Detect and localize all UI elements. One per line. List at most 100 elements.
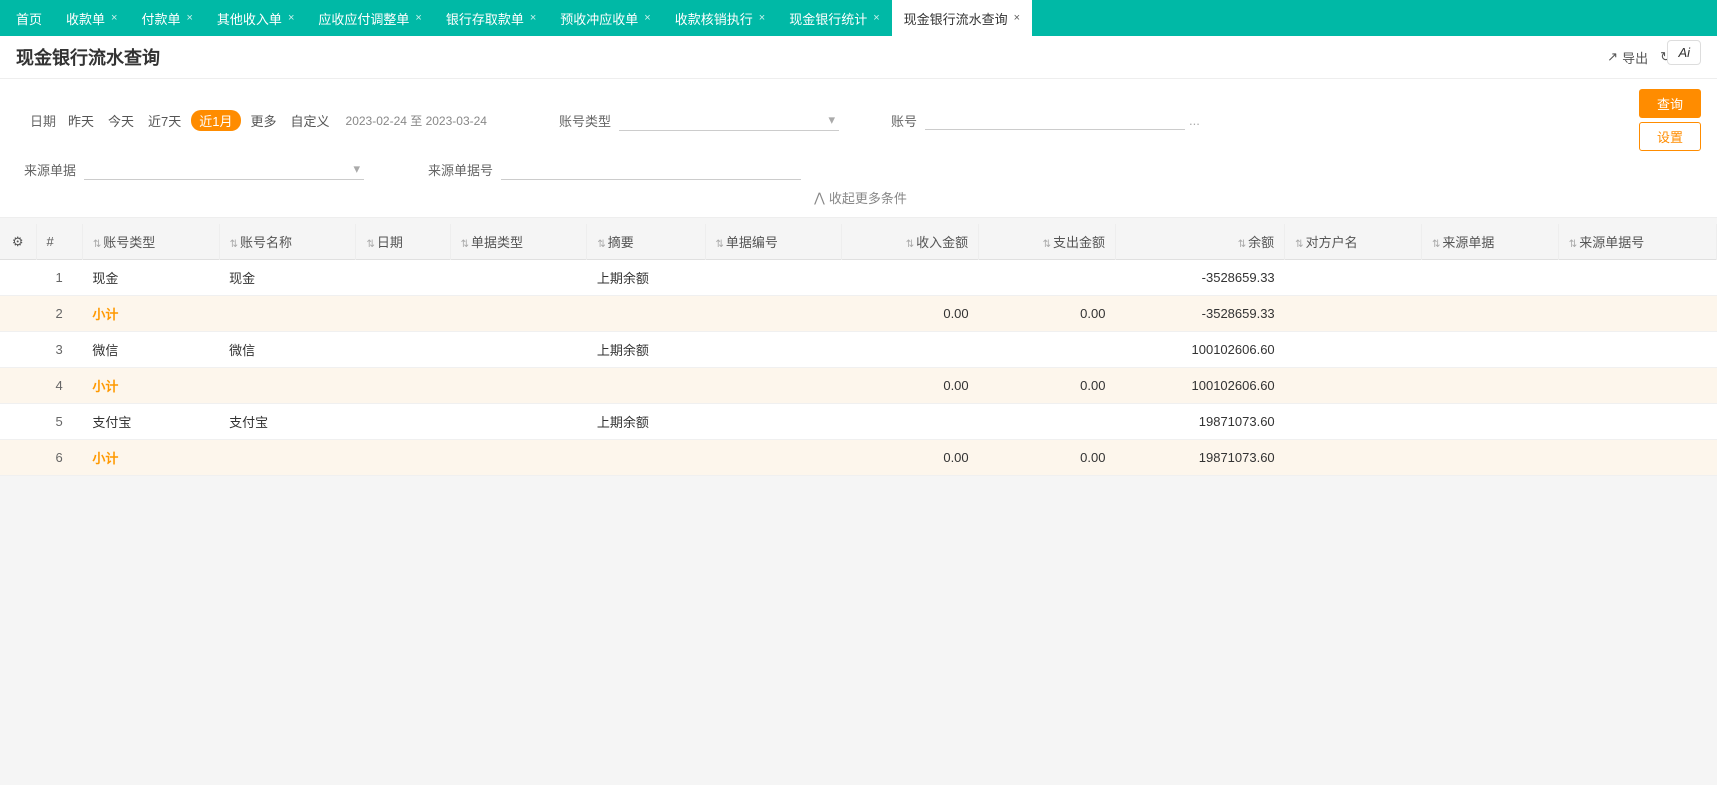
row-doc-type: [450, 332, 587, 368]
row-balance: 19871073.60: [1115, 404, 1284, 440]
close-icon[interactable]: ×: [111, 12, 117, 24]
nav-tab-receipt[interactable]: 收款单 ×: [54, 0, 129, 36]
row-account-type: 支付宝: [82, 404, 219, 440]
settings-button[interactable]: 设置: [1639, 122, 1701, 151]
nav-tab-prepay[interactable]: 预收冲应收单 ×: [548, 0, 662, 36]
date-filter-group: 日期 昨天 今天 近7天 近1月 更多 自定义 2023-02-24 至 202…: [16, 110, 487, 131]
col-source-doc[interactable]: ⇅来源单据: [1421, 224, 1558, 260]
col-expense[interactable]: ⇅支出金额: [979, 224, 1116, 260]
row-settings-cell: [0, 404, 36, 440]
row-source-doc-no: [1558, 404, 1716, 440]
nav-tab-label: 现金银行流水查询: [904, 9, 1008, 28]
date-btn-1month[interactable]: 近1月: [191, 110, 240, 131]
close-icon[interactable]: ×: [1014, 12, 1020, 24]
col-account-type[interactable]: ⇅账号类型: [82, 224, 219, 260]
close-icon[interactable]: ×: [288, 12, 294, 24]
row-account-type: 小计: [82, 368, 219, 404]
nav-tab-home[interactable]: 首页: [4, 0, 54, 36]
row-num: 6: [36, 440, 82, 476]
row-expense: [979, 404, 1116, 440]
row-settings-cell: [0, 440, 36, 476]
row-counterpart: [1285, 368, 1422, 404]
row-income: [842, 404, 979, 440]
col-summary[interactable]: ⇅摘要: [587, 224, 705, 260]
date-btn-custom[interactable]: 自定义: [287, 110, 334, 131]
col-doc-no[interactable]: ⇅单据编号: [705, 224, 842, 260]
row-doc-no: [705, 332, 842, 368]
nav-tab-ar-ap-adjust[interactable]: 应收应付调整单 ×: [306, 0, 433, 36]
row-source-doc: [1421, 260, 1558, 296]
nav-tab-other-income[interactable]: 其他收入单 ×: [205, 0, 306, 36]
date-btn-yesterday[interactable]: 昨天: [64, 110, 98, 131]
close-icon[interactable]: ×: [415, 12, 421, 24]
query-button[interactable]: 查询: [1639, 89, 1701, 118]
date-btn-today[interactable]: 今天: [104, 110, 138, 131]
row-doc-no: [705, 440, 842, 476]
ai-badge[interactable]: Ai: [1667, 40, 1701, 65]
row-income: 0.00: [842, 296, 979, 332]
col-income[interactable]: ⇅收入金额: [842, 224, 979, 260]
export-label: 导出: [1622, 48, 1648, 67]
nav-tab-payment[interactable]: 付款单 ×: [129, 0, 204, 36]
date-btn-more[interactable]: 更多: [247, 110, 281, 131]
nav-tab-bank-stats[interactable]: 现金银行统计 ×: [777, 0, 891, 36]
nav-tab-bank-flow[interactable]: 现金银行流水查询 ×: [892, 0, 1032, 36]
row-income: 0.00: [842, 440, 979, 476]
account-dots-btn[interactable]: ...: [1189, 113, 1200, 128]
collapse-bar[interactable]: ⋀ 收起更多条件: [16, 188, 1701, 207]
col-counterpart[interactable]: ⇅对方户名: [1285, 224, 1422, 260]
row-balance: -3528659.33: [1115, 296, 1284, 332]
nav-tab-label: 其他收入单: [217, 9, 282, 28]
page-title: 现金银行流水查询: [16, 44, 160, 70]
col-row-num: #: [36, 224, 82, 260]
table-row: 2 小计 0.00 0.00 -3528659.33: [0, 296, 1717, 332]
row-date: [356, 260, 450, 296]
account-type-select[interactable]: ▾: [619, 110, 839, 131]
row-counterpart: [1285, 260, 1422, 296]
close-icon[interactable]: ×: [644, 12, 650, 24]
source-doc-no-label: 来源单据号: [428, 160, 493, 179]
close-icon[interactable]: ×: [530, 12, 536, 24]
row-counterpart: [1285, 296, 1422, 332]
filter-row-2: 来源单据 ▾ 来源单据号: [16, 159, 1701, 180]
row-doc-type: [450, 440, 587, 476]
col-settings[interactable]: ⚙: [0, 224, 36, 260]
row-income: [842, 332, 979, 368]
account-input[interactable]: [925, 110, 1185, 130]
nav-tab-label: 收款核销执行: [675, 9, 753, 28]
source-doc-no-input[interactable]: [501, 160, 801, 180]
row-summary: [587, 368, 705, 404]
nav-tab-bank-withdraw[interactable]: 银行存取款单 ×: [434, 0, 548, 36]
col-doc-type[interactable]: ⇅单据类型: [450, 224, 587, 260]
table-row: 4 小计 0.00 0.00 100102606.60: [0, 368, 1717, 404]
close-icon[interactable]: ×: [759, 12, 765, 24]
collapse-icon: ⋀: [814, 190, 825, 206]
row-summary: 上期余额: [587, 260, 705, 296]
account-type-filter-group: 账号类型 ▾: [551, 110, 839, 131]
account-filter-group: 账号 ...: [887, 110, 1200, 130]
col-date[interactable]: ⇅日期: [356, 224, 450, 260]
col-account-name[interactable]: ⇅账号名称: [219, 224, 356, 260]
nav-tab-verify[interactable]: 收款核销执行 ×: [663, 0, 777, 36]
data-table-container: ⚙ # ⇅账号类型 ⇅账号名称 ⇅日期 ⇅单据类型 ⇅摘要 ⇅单据编号 ⇅收入金…: [0, 224, 1717, 476]
row-counterpart: [1285, 440, 1422, 476]
nav-tab-label: 现金银行统计: [789, 9, 867, 28]
row-account-name: [219, 296, 356, 332]
row-balance: -3528659.33: [1115, 260, 1284, 296]
close-icon[interactable]: ×: [186, 12, 192, 24]
row-date: [356, 368, 450, 404]
collapse-label: 收起更多条件: [829, 188, 907, 207]
row-account-type: 微信: [82, 332, 219, 368]
chevron-down-icon: ▾: [353, 161, 360, 177]
export-button[interactable]: ↗ 导出: [1607, 48, 1648, 67]
table-row: 3 微信 微信 上期余额 100102606.60: [0, 332, 1717, 368]
row-settings-cell: [0, 296, 36, 332]
row-source-doc: [1421, 440, 1558, 476]
source-doc-select[interactable]: ▾: [84, 159, 364, 180]
col-balance[interactable]: ⇅余额: [1115, 224, 1284, 260]
close-icon[interactable]: ×: [873, 12, 879, 24]
row-source-doc-no: [1558, 440, 1716, 476]
date-btn-7days[interactable]: 近7天: [144, 110, 185, 131]
row-source-doc: [1421, 332, 1558, 368]
col-source-doc-no[interactable]: ⇅来源单据号: [1558, 224, 1716, 260]
